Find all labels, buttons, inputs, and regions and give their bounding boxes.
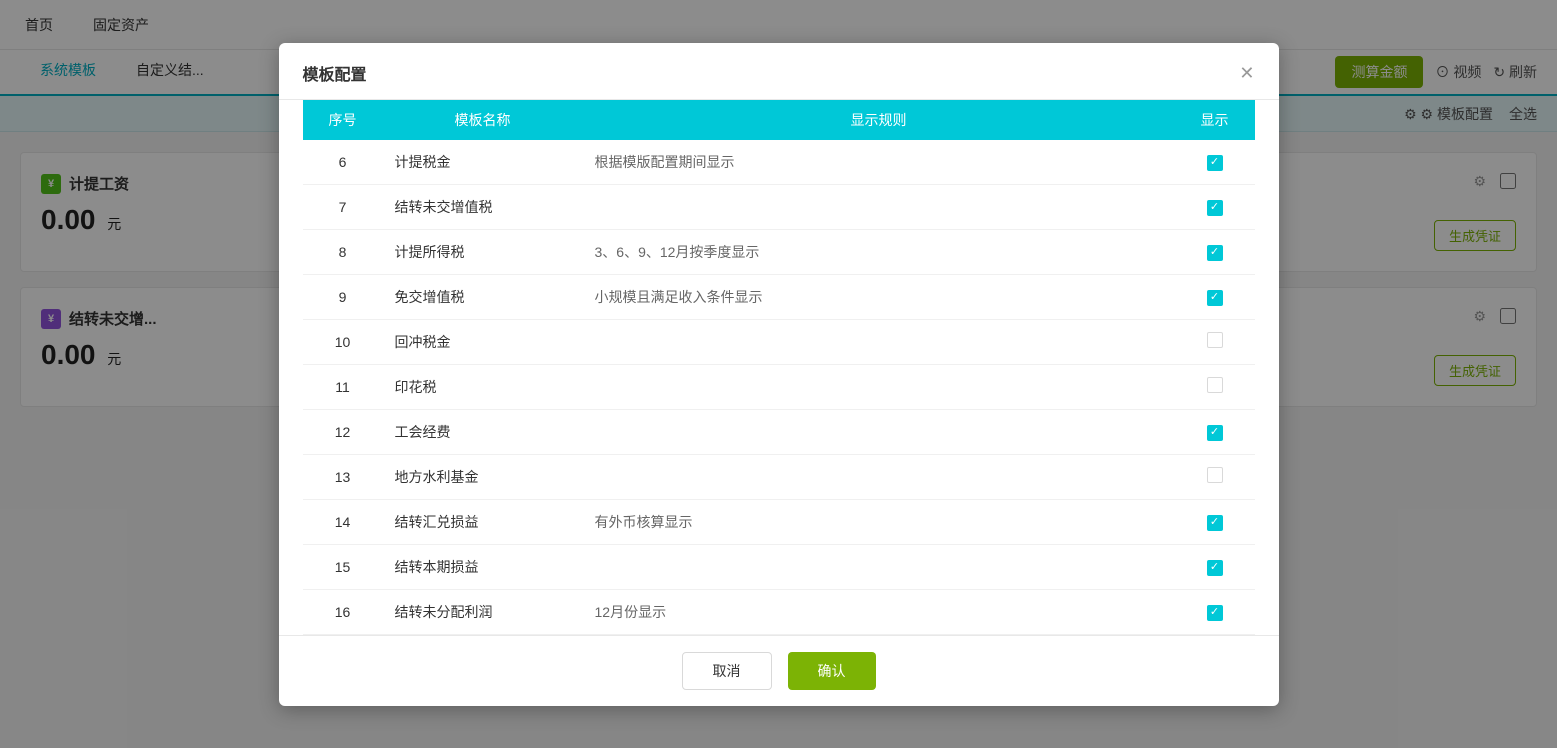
- cell-seq: 11: [303, 364, 383, 409]
- cell-seq: 6: [303, 140, 383, 185]
- cell-checkbox[interactable]: [1175, 544, 1255, 589]
- cell-checkbox[interactable]: [1175, 499, 1255, 544]
- cell-rule: [583, 544, 1175, 589]
- cell-seq: 7: [303, 184, 383, 229]
- cell-checkbox[interactable]: [1175, 409, 1255, 454]
- modal-body: 序号 模板名称 显示规则 显示 6计提税金根据模版配置期间显示7结转未交增值税8…: [279, 100, 1279, 635]
- cell-name: 结转未交增值税: [383, 184, 583, 229]
- cell-seq: 9: [303, 274, 383, 319]
- cell-checkbox[interactable]: [1175, 454, 1255, 499]
- modal-title: 模板配置: [303, 61, 367, 85]
- cell-name: 免交增值税: [383, 274, 583, 319]
- col-display: 显示: [1175, 100, 1255, 140]
- cell-rule: [583, 319, 1175, 364]
- row-checkbox-11[interactable]: [1207, 377, 1223, 393]
- cell-seq: 8: [303, 229, 383, 274]
- cell-rule: 3、6、9、12月按季度显示: [583, 229, 1175, 274]
- table-row: 7结转未交增值税: [303, 184, 1255, 229]
- row-checkbox-12[interactable]: [1207, 425, 1223, 441]
- col-rule: 显示规则: [583, 100, 1175, 140]
- cell-rule: 12月份显示: [583, 589, 1175, 634]
- table-row: 16结转未分配利润12月份显示: [303, 589, 1255, 634]
- cell-checkbox[interactable]: [1175, 229, 1255, 274]
- cell-rule: [583, 364, 1175, 409]
- cell-seq: 12: [303, 409, 383, 454]
- row-checkbox-6[interactable]: [1207, 155, 1223, 171]
- cell-rule: 根据模版配置期间显示: [583, 140, 1175, 185]
- cell-seq: 16: [303, 589, 383, 634]
- table-row: 10回冲税金: [303, 319, 1255, 364]
- confirm-button[interactable]: 确认: [788, 652, 876, 690]
- table-row: 11印花税: [303, 364, 1255, 409]
- cell-name: 印花税: [383, 364, 583, 409]
- row-checkbox-9[interactable]: [1207, 290, 1223, 306]
- modal-overlay: 模板配置 ✕ 序号 模板名称 显示规则 显示 6计提税金根据模版配置期间显示7结…: [0, 0, 1557, 748]
- cell-name: 计提税金: [383, 140, 583, 185]
- config-table: 序号 模板名称 显示规则 显示 6计提税金根据模版配置期间显示7结转未交增值税8…: [303, 100, 1255, 635]
- table-row: 13地方水利基金: [303, 454, 1255, 499]
- row-checkbox-14[interactable]: [1207, 515, 1223, 531]
- cell-rule: [583, 184, 1175, 229]
- cell-checkbox[interactable]: [1175, 319, 1255, 364]
- modal-footer: 取消 确认: [279, 635, 1279, 706]
- col-name: 模板名称: [383, 100, 583, 140]
- template-config-modal: 模板配置 ✕ 序号 模板名称 显示规则 显示 6计提税金根据模版配置期间显示7结…: [279, 43, 1279, 706]
- cell-checkbox[interactable]: [1175, 364, 1255, 409]
- cell-rule: [583, 409, 1175, 454]
- cell-checkbox[interactable]: [1175, 184, 1255, 229]
- table-row: 8计提所得税3、6、9、12月按季度显示: [303, 229, 1255, 274]
- cell-name: 回冲税金: [383, 319, 583, 364]
- cell-seq: 13: [303, 454, 383, 499]
- cancel-button[interactable]: 取消: [682, 652, 772, 690]
- cell-name: 计提所得税: [383, 229, 583, 274]
- table-row: 6计提税金根据模版配置期间显示: [303, 140, 1255, 185]
- row-checkbox-10[interactable]: [1207, 332, 1223, 348]
- table-row: 9免交增值税小规模且满足收入条件显示: [303, 274, 1255, 319]
- table-row: 12工会经费: [303, 409, 1255, 454]
- table-row: 14结转汇兑损益有外币核算显示: [303, 499, 1255, 544]
- cell-rule: 有外币核算显示: [583, 499, 1175, 544]
- row-checkbox-13[interactable]: [1207, 467, 1223, 483]
- modal-header: 模板配置 ✕: [279, 43, 1279, 100]
- row-checkbox-15[interactable]: [1207, 560, 1223, 576]
- cell-name: 结转本期损益: [383, 544, 583, 589]
- row-checkbox-8[interactable]: [1207, 245, 1223, 261]
- modal-close-button[interactable]: ✕: [1239, 64, 1254, 82]
- col-seq: 序号: [303, 100, 383, 140]
- table-row: 15结转本期损益: [303, 544, 1255, 589]
- cell-name: 结转汇兑损益: [383, 499, 583, 544]
- cell-name: 结转未分配利润: [383, 589, 583, 634]
- cell-seq: 10: [303, 319, 383, 364]
- cell-rule: 小规模且满足收入条件显示: [583, 274, 1175, 319]
- cell-checkbox[interactable]: [1175, 589, 1255, 634]
- cell-name: 地方水利基金: [383, 454, 583, 499]
- row-checkbox-16[interactable]: [1207, 605, 1223, 621]
- cell-checkbox[interactable]: [1175, 274, 1255, 319]
- cell-name: 工会经费: [383, 409, 583, 454]
- cell-checkbox[interactable]: [1175, 140, 1255, 185]
- row-checkbox-7[interactable]: [1207, 200, 1223, 216]
- cell-rule: [583, 454, 1175, 499]
- cell-seq: 14: [303, 499, 383, 544]
- cell-seq: 15: [303, 544, 383, 589]
